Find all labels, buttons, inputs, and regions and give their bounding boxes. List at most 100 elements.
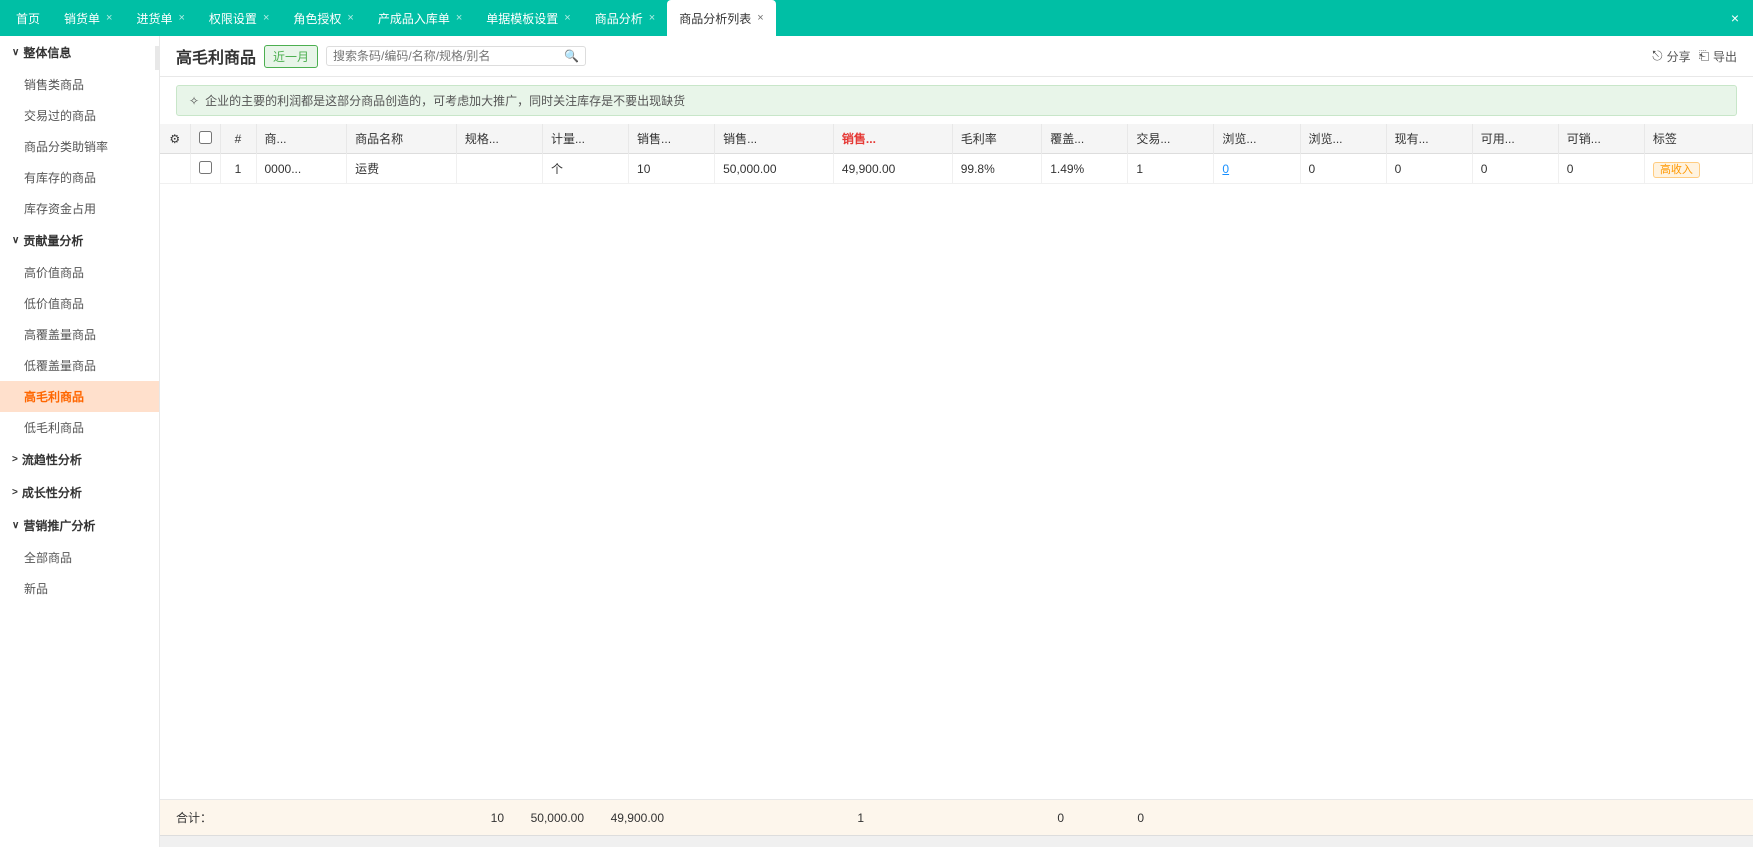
nav-purchase-order[interactable]: 进货单 ×	[124, 0, 196, 36]
sidebar-group-marketing[interactable]: ∨ 营销推广分析	[0, 509, 159, 542]
total-label: 合计：	[176, 809, 212, 826]
td-checkbox	[190, 154, 220, 184]
nav-product-analysis-list[interactable]: 商品分析列表 ×	[667, 0, 775, 36]
td-browse1[interactable]: 0	[1214, 154, 1300, 184]
th-tag[interactable]: 标签	[1644, 124, 1752, 154]
sidebar-item-stock-capital[interactable]: 库存资金占用	[0, 193, 159, 224]
export-icon: ⎗	[1699, 48, 1709, 64]
select-all-checkbox[interactable]	[199, 131, 212, 144]
top-nav: 首页 销货单 × 进货单 × 权限设置 × 角色授权 × 产成品入库单 × 单据…	[0, 0, 1753, 36]
th-browse1[interactable]: 浏览...	[1214, 124, 1300, 154]
data-table: ⚙ # 商... 商品名称 规格...	[160, 124, 1753, 184]
total-stock1-val: 0	[992, 811, 1072, 825]
close-icon[interactable]: ×	[649, 12, 655, 24]
total-stock2-val: 0	[1072, 811, 1152, 825]
sidebar-item-in-stock[interactable]: 有库存的商品	[0, 162, 159, 193]
main-layout: 《 ∨ 整体信息 销售类商品 交易过的商品 商品分类助销率 有库存的商品 库存资…	[0, 36, 1753, 847]
td-name: 运费	[347, 154, 457, 184]
th-unit[interactable]: 计量...	[542, 124, 628, 154]
td-spec	[456, 154, 542, 184]
sidebar-item-low-margin[interactable]: 低毛利商品	[0, 412, 159, 443]
td-transaction: 1	[1128, 154, 1214, 184]
td-stock2: 0	[1472, 154, 1558, 184]
th-stock1[interactable]: 现有...	[1386, 124, 1472, 154]
checkbox-th	[190, 124, 220, 154]
sidebar-item-new-goods[interactable]: 新品	[0, 573, 159, 604]
search-icon[interactable]: 🔍	[564, 49, 579, 63]
close-icon[interactable]: ×	[757, 12, 763, 24]
arrow-right-icon: >	[12, 454, 18, 465]
td-sales2: 50,000.00	[715, 154, 834, 184]
sidebar-group-trend[interactable]: > 流趋性分析	[0, 443, 159, 476]
td-tag: 高收入	[1644, 154, 1752, 184]
sidebar-collapse-btn[interactable]: 《	[155, 46, 160, 70]
row-checkbox[interactable]	[199, 161, 212, 174]
sidebar-item-sales-goods[interactable]: 销售类商品	[0, 69, 159, 100]
content-area: 高毛利商品 近一月 🔍 ⎋ 分享 ⎗ 导出 ✧ 企业的主要的利润都是这部分商品创…	[160, 36, 1753, 847]
th-code[interactable]: 商...	[256, 124, 347, 154]
page-title: 高毛利商品	[176, 44, 256, 68]
td-unit: 个	[542, 154, 628, 184]
th-coverage[interactable]: 覆盖...	[1042, 124, 1128, 154]
sidebar: 《 ∨ 整体信息 销售类商品 交易过的商品 商品分类助销率 有库存的商品 库存资…	[0, 36, 160, 847]
table-row: 1 0000... 运费 个 10 50,000.00 49,900.00 99…	[160, 154, 1753, 184]
export-btn[interactable]: ⎗ 导出	[1699, 48, 1737, 65]
th-sales3[interactable]: 销售...	[833, 124, 952, 154]
total-empty1	[672, 811, 732, 825]
th-name[interactable]: 商品名称	[347, 124, 457, 154]
total-transaction-val: 1	[792, 811, 872, 825]
close-icon[interactable]: ×	[178, 12, 184, 24]
sidebar-item-high-value[interactable]: 高价值商品	[0, 257, 159, 288]
sidebar-item-traded-goods[interactable]: 交易过的商品	[0, 100, 159, 131]
th-stock2[interactable]: 可用...	[1472, 124, 1558, 154]
total-empty3	[872, 811, 992, 825]
table-container: ⚙ # 商... 商品名称 规格...	[160, 124, 1753, 799]
th-transaction[interactable]: 交易...	[1128, 124, 1214, 154]
nav-template-settings[interactable]: 单据模板设置 ×	[474, 0, 582, 36]
th-stock3[interactable]: 可销...	[1558, 124, 1644, 154]
nav-home[interactable]: 首页	[4, 0, 52, 36]
sidebar-item-high-margin[interactable]: 高毛利商品	[0, 381, 159, 412]
sidebar-item-low-coverage[interactable]: 低覆盖量商品	[0, 350, 159, 381]
td-browse2: 0	[1300, 154, 1386, 184]
horizontal-scrollbar[interactable]	[160, 835, 1753, 847]
close-icon[interactable]: ×	[564, 12, 570, 24]
total-sales3-val: 49,900.00	[592, 811, 672, 825]
th-sales2[interactable]: 销售...	[715, 124, 834, 154]
close-icon[interactable]: ×	[106, 12, 112, 24]
window-controls: ×	[1721, 10, 1749, 26]
nav-permission-settings[interactable]: 权限设置 ×	[197, 0, 281, 36]
window-close-btn[interactable]: ×	[1721, 10, 1749, 26]
search-input[interactable]	[333, 49, 564, 63]
td-coverage: 1.49%	[1042, 154, 1128, 184]
share-btn[interactable]: ⎋ 分享	[1652, 48, 1690, 65]
th-spec[interactable]: 规格...	[456, 124, 542, 154]
sidebar-group-overall[interactable]: ∨ 整体信息	[0, 36, 159, 69]
th-sales1[interactable]: 销售...	[629, 124, 715, 154]
close-icon[interactable]: ×	[456, 12, 462, 24]
settings-th[interactable]: ⚙	[160, 124, 190, 154]
nav-role-auth[interactable]: 角色授权 ×	[281, 0, 365, 36]
nav-product-inbound[interactable]: 产成品入库单 ×	[366, 0, 474, 36]
sidebar-item-high-coverage[interactable]: 高覆盖量商品	[0, 319, 159, 350]
sidebar-group-contribution[interactable]: ∨ 贡献量分析	[0, 224, 159, 257]
sidebar-group-growth[interactable]: > 成长性分析	[0, 476, 159, 509]
arrow-down-icon: ∨	[12, 47, 19, 58]
nav-product-analysis[interactable]: 商品分析 ×	[583, 0, 667, 36]
info-text: 企业的主要的利润都是这部分商品创造的，可考虑加大推广，同时关注库存是不要出现缺货	[205, 92, 685, 109]
td-gross-rate: 99.8%	[952, 154, 1041, 184]
close-icon[interactable]: ×	[263, 12, 269, 24]
total-sales1-val: 10	[432, 811, 512, 825]
sidebar-item-low-value[interactable]: 低价值商品	[0, 288, 159, 319]
sidebar-item-category-sales[interactable]: 商品分类助销率	[0, 131, 159, 162]
th-browse2[interactable]: 浏览...	[1300, 124, 1386, 154]
table-header-row: ⚙ # 商... 商品名称 规格...	[160, 124, 1753, 154]
th-gross-rate[interactable]: 毛利率	[952, 124, 1041, 154]
td-sales1: 10	[629, 154, 715, 184]
header-actions: ⎋ 分享 ⎗ 导出	[1652, 48, 1737, 65]
nav-sales-order[interactable]: 销货单 ×	[52, 0, 124, 36]
close-icon[interactable]: ×	[347, 12, 353, 24]
total-values: 10 50,000.00 49,900.00 1 0 0	[232, 811, 1152, 825]
filter-recent-month-btn[interactable]: 近一月	[264, 45, 318, 68]
sidebar-item-all-goods[interactable]: 全部商品	[0, 542, 159, 573]
